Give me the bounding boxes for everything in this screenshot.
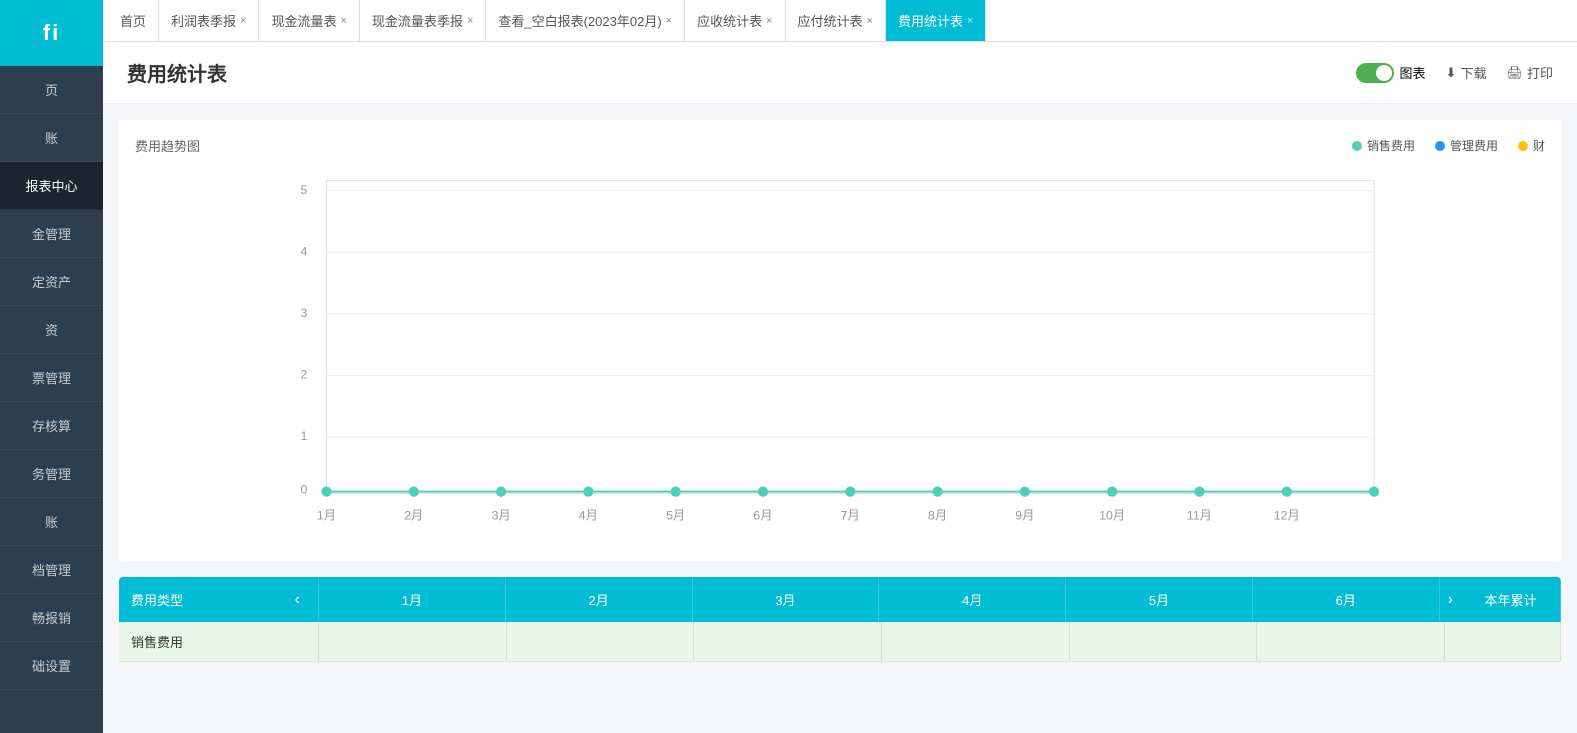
chart-legend: 销售费用 管理费用 财 [1352, 137, 1545, 154]
svg-text:4: 4 [300, 244, 307, 258]
td-month-0-2 [507, 622, 695, 661]
sidebar-item-11[interactable]: 畅报销 [0, 594, 103, 642]
svg-text:4月: 4月 [579, 508, 598, 522]
svg-text:2月: 2月 [404, 508, 423, 522]
th-month-3: 3月 [693, 577, 880, 622]
download-icon: ⬇ [1446, 65, 1457, 81]
tab-close-2[interactable]: × [340, 15, 346, 27]
th-total: 本年累计 [1461, 577, 1561, 622]
sidebar-item-7[interactable]: 存核算 [0, 402, 103, 450]
sidebar-item-0[interactable]: 页 [0, 66, 103, 114]
legend-admin: 管理费用 [1435, 137, 1498, 154]
td-total-0 [1461, 622, 1561, 661]
chart-title: 费用趋势图 [135, 136, 200, 155]
sidebar-item-1[interactable]: 账 [0, 114, 103, 162]
td-month-0-6 [1257, 622, 1445, 661]
header-actions: 图表 ⬇ 下载 🖨 打印 [1356, 63, 1553, 83]
sidebar-item-3[interactable]: 金管理 [0, 210, 103, 258]
tab-6[interactable]: 应付统计表 × [786, 0, 886, 42]
page-header: 费用统计表 图表 ⬇ 下载 🖨 打印 [103, 42, 1577, 104]
svg-text:2: 2 [300, 368, 307, 382]
legend-dot-finance [1518, 141, 1528, 151]
sidebar-item-6[interactable]: 票管理 [0, 354, 103, 402]
legend-sales: 销售费用 [1352, 137, 1415, 154]
legend-label-sales: 销售费用 [1367, 137, 1415, 154]
tab-close-7[interactable]: × [967, 15, 973, 27]
td-month-0-3 [694, 622, 882, 661]
print-icon: 🖨 [1506, 65, 1523, 81]
tab-5[interactable]: 应收统计表 × [685, 0, 785, 42]
td-type-0: 销售费用 [119, 622, 319, 661]
table-header-row: 费用类型 ‹ 1月 2月 3月 4月 5月 6月 › 本年累计 [119, 577, 1561, 622]
svg-text:8月: 8月 [928, 508, 947, 522]
tab-3[interactable]: 现金流量表季报 × [360, 0, 486, 42]
svg-text:9月: 9月 [1015, 508, 1034, 522]
legend-label-finance: 财 [1533, 137, 1545, 154]
td-month-0-4 [882, 622, 1070, 661]
legend-dot-sales [1352, 141, 1362, 151]
svg-text:10月: 10月 [1099, 508, 1125, 522]
svg-text:6月: 6月 [753, 508, 772, 522]
svg-text:11月: 11月 [1187, 508, 1212, 522]
legend-finance: 财 [1518, 137, 1545, 154]
th-month-6: 6月 [1253, 577, 1440, 622]
sidebar-item-4[interactable]: 定资产 [0, 258, 103, 306]
svg-text:7月: 7月 [841, 508, 860, 522]
svg-text:3月: 3月 [491, 508, 510, 522]
sidebar-item-2[interactable]: 报表中心 [0, 162, 103, 210]
tab-2[interactable]: 现金流量表 × [259, 0, 359, 42]
td-month-0-1 [319, 622, 507, 661]
main-area: 首页 利润表季报 × 现金流量表 × 现金流量表季报 × 查看_空白报表(202… [103, 0, 1577, 733]
legend-dot-admin [1435, 141, 1445, 151]
prev-arrow[interactable]: ‹ [289, 591, 306, 609]
tab-close-4[interactable]: × [666, 15, 672, 27]
table-row-0: 销售费用 [119, 622, 1561, 662]
th-type-label: 费用类型 [131, 590, 183, 609]
tab-4[interactable]: 查看_空白报表(2023年02月) × [486, 0, 685, 42]
svg-text:1: 1 [300, 429, 307, 443]
tab-close-1[interactable]: × [240, 15, 246, 27]
page-title: 费用统计表 [127, 58, 227, 87]
sidebar: fi 页 账 报表中心 金管理 定资产 资 票管理 存核算 务管理 账 档管理 … [0, 0, 103, 733]
chart-svg: 5 4 3 2 1 0 [135, 165, 1545, 545]
tab-1[interactable]: 利润表季报 × [159, 0, 259, 42]
svg-text:5: 5 [300, 183, 307, 197]
table-section: 费用类型 ‹ 1月 2月 3月 4月 5月 6月 › 本年累计 销售费用 [119, 577, 1561, 662]
download-button[interactable]: ⬇ 下载 [1446, 63, 1487, 82]
chart-toggle-label: 图表 [1400, 63, 1426, 82]
next-arrow[interactable]: › [1440, 591, 1461, 609]
td-month-0-5 [1070, 622, 1258, 661]
th-month-4: 4月 [879, 577, 1066, 622]
tab-bar: 首页 利润表季报 × 现金流量表 × 现金流量表季报 × 查看_空白报表(202… [103, 0, 1577, 42]
page-content: 费用统计表 图表 ⬇ 下载 🖨 打印 费用趋势图 [103, 42, 1577, 733]
tab-home[interactable]: 首页 [108, 0, 159, 42]
tab-close-5[interactable]: × [766, 15, 772, 27]
sidebar-item-10[interactable]: 档管理 [0, 546, 103, 594]
th-type: 费用类型 ‹ [119, 577, 319, 622]
svg-text:1月: 1月 [317, 508, 336, 522]
svg-text:5月: 5月 [666, 508, 685, 522]
sidebar-item-12[interactable]: 础设置 [0, 642, 103, 690]
th-month-2: 2月 [506, 577, 693, 622]
th-month-1: 1月 [319, 577, 506, 622]
sidebar-item-5[interactable]: 资 [0, 306, 103, 354]
svg-text:3: 3 [300, 306, 307, 320]
sidebar-item-8[interactable]: 务管理 [0, 450, 103, 498]
tab-7[interactable]: 费用统计表 × [886, 0, 986, 42]
chart-toggle[interactable] [1356, 63, 1394, 83]
sidebar-logo: fi [0, 0, 103, 66]
chart-header: 费用趋势图 销售费用 管理费用 财 [135, 136, 1545, 155]
legend-label-admin: 管理费用 [1450, 137, 1498, 154]
chart-toggle-wrap: 图表 [1356, 63, 1426, 83]
chart-section: 费用趋势图 销售费用 管理费用 财 [119, 120, 1561, 561]
sidebar-item-9[interactable]: 账 [0, 498, 103, 546]
chart-area: 5 4 3 2 1 0 [135, 165, 1545, 545]
svg-text:12月: 12月 [1274, 508, 1300, 522]
tab-close-6[interactable]: × [867, 15, 873, 27]
tab-close-3[interactable]: × [467, 15, 473, 27]
svg-text:0: 0 [300, 483, 307, 497]
th-month-5: 5月 [1066, 577, 1253, 622]
print-button[interactable]: 🖨 打印 [1506, 63, 1553, 82]
